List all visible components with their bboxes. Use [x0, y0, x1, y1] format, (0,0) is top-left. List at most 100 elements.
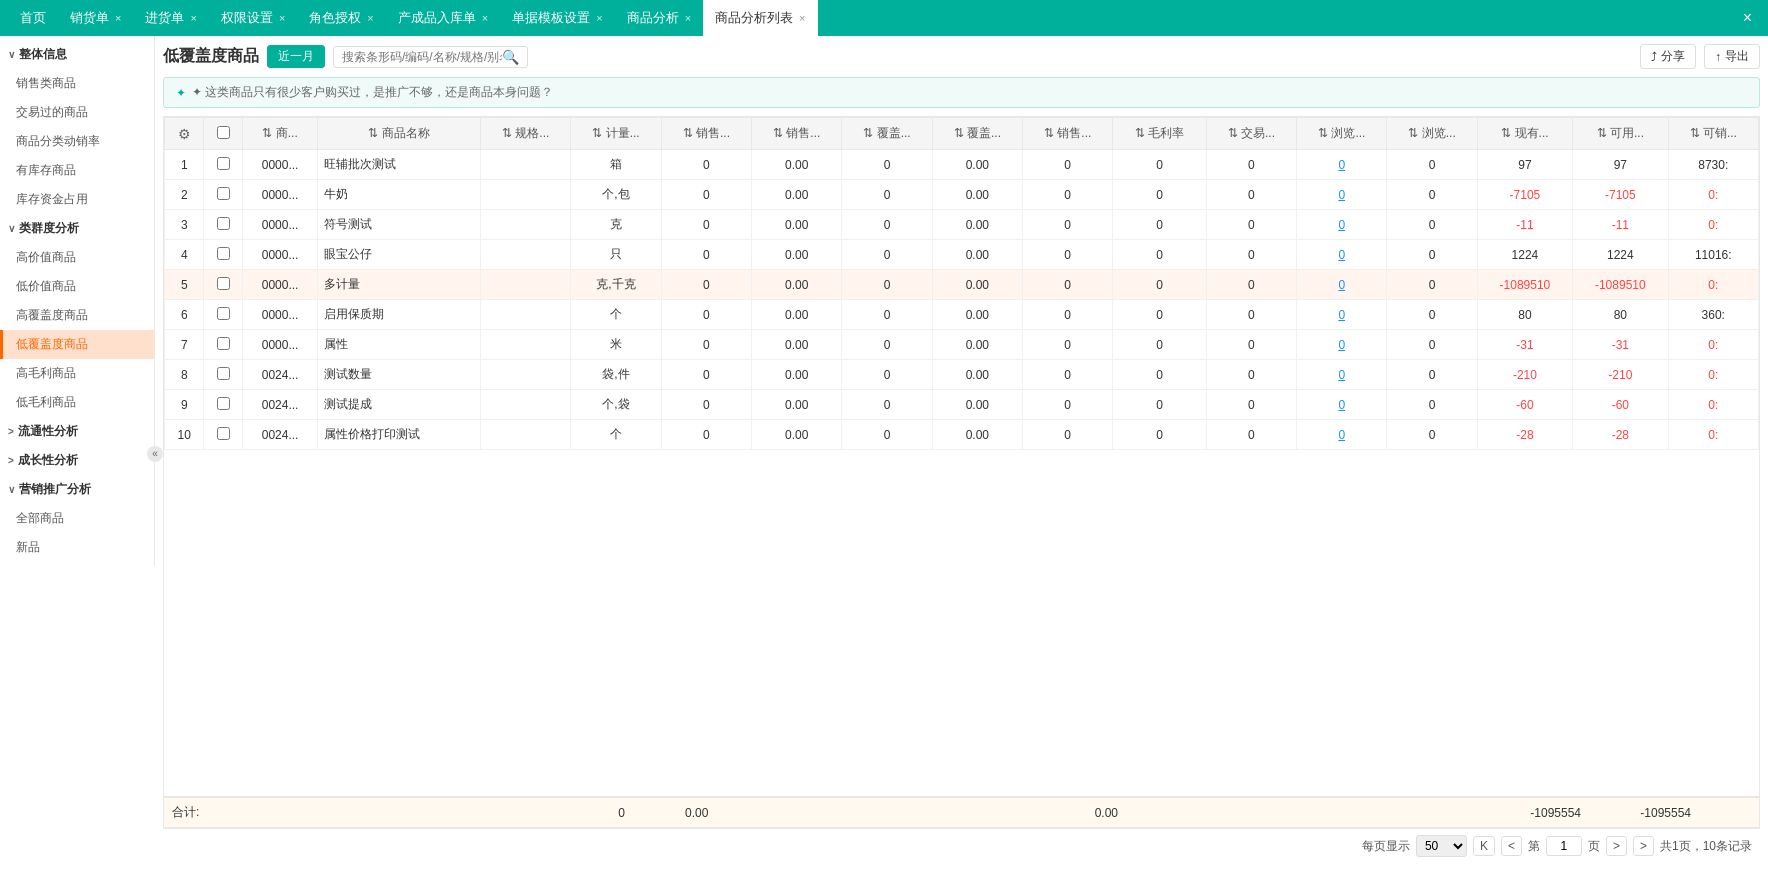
next-page-button[interactable]: > [1606, 836, 1627, 856]
close-icon[interactable]: × [799, 12, 805, 24]
close-icon[interactable]: × [685, 12, 691, 24]
row-code: 0000... [243, 210, 317, 240]
close-icon[interactable]: × [279, 12, 285, 24]
nav-sales-order[interactable]: 销货单 × [58, 0, 133, 36]
close-icon[interactable]: × [190, 12, 196, 24]
row-checkbox[interactable] [217, 427, 230, 440]
nav-permission[interactable]: 权限设置 × [209, 0, 297, 36]
row-spec [480, 300, 570, 330]
close-icon[interactable]: × [596, 12, 602, 24]
nav-purchase-order[interactable]: 进货单 × [133, 0, 208, 36]
col-settings[interactable]: ⚙ [165, 118, 204, 150]
export-button[interactable]: ↑ 导出 [1704, 44, 1760, 69]
current-page-input[interactable] [1546, 836, 1582, 856]
sidebar-item-in-stock[interactable]: 有库存商品 [0, 156, 154, 185]
sidebar-section-cluster[interactable]: ∨ 类群度分析 [0, 214, 154, 243]
sidebar-section-marketing[interactable]: ∨ 营销推广分析 [0, 475, 154, 504]
row-browse1[interactable]: 0 [1297, 240, 1387, 270]
filter-recent-month-button[interactable]: 近一月 [267, 45, 325, 68]
col-saleable-header[interactable]: ⇅ 可销... [1668, 118, 1758, 150]
row-checkbox[interactable] [217, 187, 230, 200]
col-browse1-header[interactable]: ⇅ 浏览... [1297, 118, 1387, 150]
row-available: -31 [1573, 330, 1668, 360]
row-checkbox-cell [204, 300, 243, 330]
row-current: 1224 [1477, 240, 1572, 270]
settings-icon[interactable]: ⚙ [178, 126, 191, 142]
col-browse2-header[interactable]: ⇅ 浏览... [1387, 118, 1477, 150]
col-sales-qty-header[interactable]: ⇅ 销售... [661, 118, 751, 150]
sidebar-item-traded-goods[interactable]: 交易过的商品 [0, 98, 154, 127]
row-checkbox-cell [204, 180, 243, 210]
row-browse1[interactable]: 0 [1297, 210, 1387, 240]
first-page-button[interactable]: K [1473, 836, 1495, 856]
last-page-button[interactable]: > [1633, 836, 1654, 856]
sidebar-item-high-margin[interactable]: 高毛利商品 [0, 359, 154, 388]
nav-goods-analysis-list[interactable]: 商品分析列表 × [703, 0, 817, 36]
nav-role-auth[interactable]: 角色授权 × [297, 0, 385, 36]
sidebar-section-liquidity[interactable]: > 流通性分析 [0, 417, 154, 446]
col-cover2-header[interactable]: ⇅ 覆盖... [932, 118, 1022, 150]
nav-goods-analysis[interactable]: 商品分析 × [615, 0, 703, 36]
prev-page-button[interactable]: < [1501, 836, 1522, 856]
col-spec-header[interactable]: ⇅ 规格... [480, 118, 570, 150]
col-sales-amt-header[interactable]: ⇅ 销售... [752, 118, 842, 150]
close-icon[interactable]: × [482, 12, 488, 24]
col-available-header[interactable]: ⇅ 可用... [1573, 118, 1668, 150]
row-checkbox[interactable] [217, 307, 230, 320]
row-browse1[interactable]: 0 [1297, 270, 1387, 300]
row-sales-amt: 0.00 [752, 420, 842, 450]
row-browse1[interactable]: 0 [1297, 300, 1387, 330]
sidebar-item-all-goods[interactable]: 全部商品 [0, 504, 154, 533]
nav-template-settings[interactable]: 单据模板设置 × [500, 0, 614, 36]
select-all-checkbox[interactable] [217, 126, 230, 139]
col-sales3-header[interactable]: ⇅ 销售... [1023, 118, 1113, 150]
col-current-header[interactable]: ⇅ 现有... [1477, 118, 1572, 150]
sidebar-collapse-button[interactable]: « [147, 446, 163, 462]
row-checkbox[interactable] [217, 217, 230, 230]
sidebar-item-low-coverage[interactable]: 低覆盖度商品 [0, 330, 154, 359]
col-name-header[interactable]: ⇅ 商品名称 [317, 118, 480, 150]
nav-home[interactable]: 首页 [8, 0, 58, 36]
row-browse1[interactable]: 0 [1297, 420, 1387, 450]
row-checkbox[interactable] [217, 157, 230, 170]
col-code-header[interactable]: ⇅ 商... [243, 118, 317, 150]
row-checkbox[interactable] [217, 367, 230, 380]
row-browse1[interactable]: 0 [1297, 330, 1387, 360]
sidebar-item-new-goods[interactable]: 新品 [0, 533, 154, 562]
row-checkbox[interactable] [217, 397, 230, 410]
share-icon: ⤴ [1651, 50, 1657, 64]
share-button[interactable]: ⤴ 分享 [1640, 44, 1696, 69]
sidebar-item-high-coverage[interactable]: 高覆盖度商品 [0, 301, 154, 330]
row-checkbox[interactable] [217, 247, 230, 260]
search-icon[interactable]: 🔍 [502, 49, 519, 65]
row-margin: 0 [1113, 150, 1206, 180]
row-trade: 0 [1206, 420, 1296, 450]
col-margin-header[interactable]: ⇅ 毛利率 [1113, 118, 1206, 150]
close-icon[interactable]: × [115, 12, 121, 24]
window-close-button[interactable]: × [1735, 9, 1760, 27]
sidebar-item-high-value[interactable]: 高价值商品 [0, 243, 154, 272]
sort-icon: ⇅ [1501, 126, 1511, 140]
sidebar-section-growth[interactable]: > 成长性分析 [0, 446, 154, 475]
sidebar-item-capital-usage[interactable]: 库存资金占用 [0, 185, 154, 214]
close-icon[interactable]: × [367, 12, 373, 24]
row-browse1[interactable]: 0 [1297, 360, 1387, 390]
col-cover1-header[interactable]: ⇅ 覆盖... [842, 118, 932, 150]
page-size-select[interactable]: 20 50 100 200 [1416, 835, 1467, 857]
row-sales-amt: 0.00 [752, 300, 842, 330]
sidebar-item-low-value[interactable]: 低价值商品 [0, 272, 154, 301]
sidebar-item-low-margin[interactable]: 低毛利商品 [0, 388, 154, 417]
search-input[interactable] [342, 50, 502, 64]
row-browse1[interactable]: 0 [1297, 150, 1387, 180]
sidebar-item-category-rate[interactable]: 商品分类动销率 [0, 127, 154, 156]
data-table-container[interactable]: ⚙ ⇅ 商... ⇅ 商品名称 ⇅ 规格... ⇅ 计量... ⇅ 销售... … [163, 116, 1760, 797]
row-checkbox[interactable] [217, 277, 230, 290]
row-checkbox[interactable] [217, 337, 230, 350]
row-browse1[interactable]: 0 [1297, 180, 1387, 210]
nav-product-inbound[interactable]: 产成品入库单 × [386, 0, 500, 36]
col-unit-header[interactable]: ⇅ 计量... [571, 118, 661, 150]
sidebar-item-sales-goods[interactable]: 销售类商品 [0, 69, 154, 98]
row-browse1[interactable]: 0 [1297, 390, 1387, 420]
col-trade-header[interactable]: ⇅ 交易... [1206, 118, 1296, 150]
sidebar-section-overall[interactable]: ∨ 整体信息 [0, 40, 154, 69]
